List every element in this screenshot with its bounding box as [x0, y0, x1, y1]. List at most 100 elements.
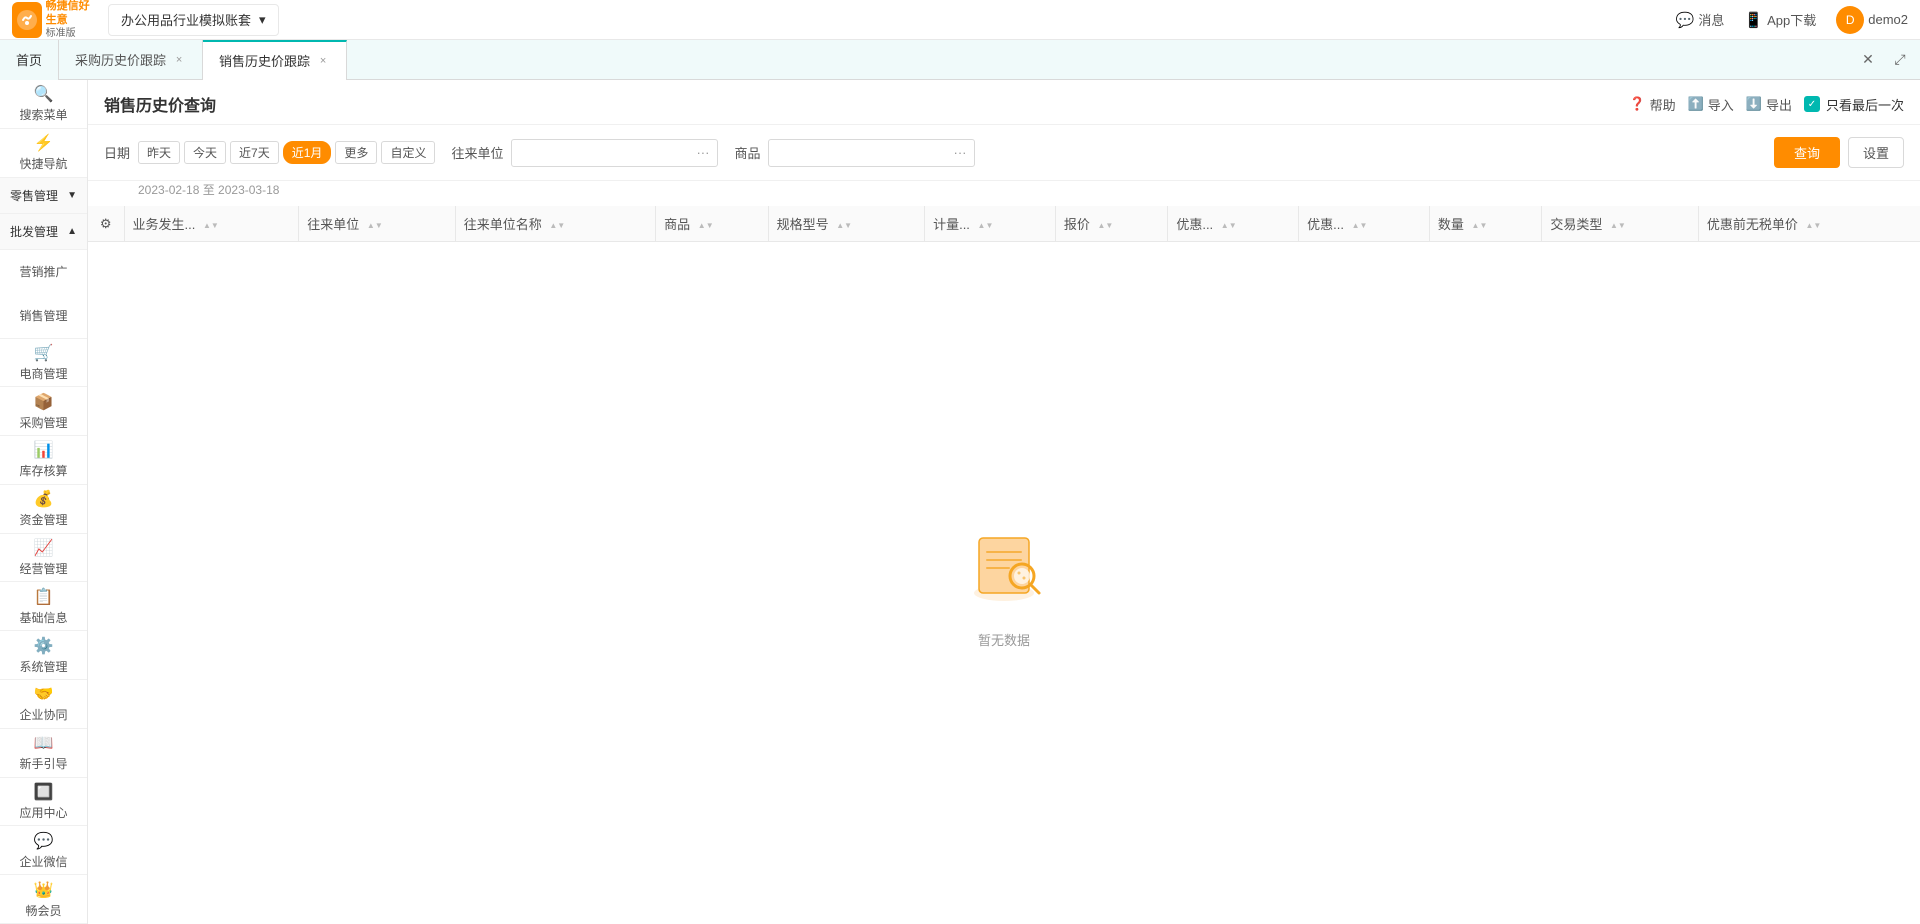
sidebar-item-enterprise[interactable]: 🤝 企业协同 [0, 680, 87, 729]
data-table: ⚙ 业务发生... ▲▼ 往来单位 ▲▼ 往来单位名称 ▲▼ [88, 206, 1920, 242]
tab-bar: 首页 采购历史价跟踪 × 销售历史价跟踪 × ✕ ⤢ [0, 40, 1920, 80]
user-profile-btn[interactable]: D demo2 [1836, 6, 1908, 34]
help-icon: ❓ [1629, 96, 1645, 112]
tab-sales-label: 销售历史价跟踪 [219, 51, 310, 70]
date-btn-yesterday[interactable]: 昨天 [138, 141, 180, 164]
tab-purchase-close[interactable]: × [172, 53, 186, 67]
th-price: 报价 ▲▼ [1055, 206, 1167, 242]
wechat-icon: 💬 [34, 831, 54, 851]
sidebar-label-marketing: 营销推广 [19, 263, 67, 280]
system-icon: ⚙️ [34, 636, 54, 656]
sort-discount2[interactable]: ▲▼ [1352, 222, 1368, 230]
sort-partner[interactable]: ▲▼ [367, 222, 383, 230]
guide-icon: 📖 [34, 733, 54, 753]
page-header: 销售历史价查询 ❓ 帮助 ⬆️ 导入 ⬇️ 导出 ✓ 只看最后一次 [88, 80, 1920, 125]
th-partner: 往来单位 ▲▼ [299, 206, 455, 242]
filter-area: 日期 昨天 今天 近7天 近1月 更多 自定义 往来单位 ··· 商品 [88, 125, 1920, 181]
dropdown-icon: ▾ [259, 12, 266, 28]
avatar: D [1836, 6, 1864, 34]
tab-bar-actions: ✕ ⤢ [1856, 48, 1920, 72]
th-discount1: 优惠... ▲▼ [1168, 206, 1299, 242]
sidebar-label-finance: 资金管理 [19, 511, 67, 528]
empty-text: 暂无数据 [978, 630, 1030, 649]
message-btn[interactable]: 💬 消息 [1676, 10, 1725, 29]
export-btn[interactable]: ⬇️ 导出 [1746, 95, 1792, 114]
sort-goods[interactable]: ▲▼ [698, 222, 714, 230]
sidebar-item-wechat[interactable]: 💬 企业微信 [0, 826, 87, 875]
sidebar-item-guide[interactable]: 📖 新手引导 [0, 729, 87, 778]
date-btn-today[interactable]: 今天 [184, 141, 226, 164]
sidebar-item-wholesale[interactable]: 批发管理 ▲ [0, 214, 87, 250]
only-last-wrap[interactable]: ✓ 只看最后一次 [1804, 95, 1904, 114]
sidebar-item-basic-info[interactable]: 📋 基础信息 [0, 582, 87, 631]
import-icon: ⬆️ [1688, 96, 1704, 112]
partner-input-wrap[interactable]: ··· [511, 139, 718, 167]
only-last-label: 只看最后一次 [1826, 95, 1904, 114]
import-btn[interactable]: ⬆️ 导入 [1688, 95, 1734, 114]
goods-input-wrap[interactable]: ··· [768, 139, 975, 167]
app-download-btn[interactable]: 📱 App下载 [1744, 10, 1816, 29]
retail-arrow: ▼ [67, 190, 77, 201]
th-qty: 数量 ▲▼ [1429, 206, 1541, 242]
th-goods: 商品 ▲▼ [656, 206, 768, 242]
date-btn-1month[interactable]: 近1月 [283, 141, 332, 164]
ecommerce-icon: 🛒 [34, 343, 54, 363]
sidebar-item-sales-mgmt[interactable]: 销售管理 [0, 294, 87, 338]
sidebar-item-apps[interactable]: 🔲 应用中心 [0, 778, 87, 827]
sidebar-item-inventory[interactable]: 📊 库存核算 [0, 436, 87, 485]
basic-info-icon: 📋 [34, 587, 54, 607]
goods-label: 商品 [734, 143, 760, 162]
sort-biz-date[interactable]: ▲▼ [203, 222, 219, 230]
sort-spec[interactable]: ▲▼ [836, 222, 852, 230]
sort-discount1[interactable]: ▲▼ [1221, 222, 1237, 230]
enterprise-icon: 🤝 [34, 684, 54, 704]
sidebar-item-management[interactable]: 📈 经营管理 [0, 534, 87, 583]
sort-pretax-price[interactable]: ▲▼ [1805, 222, 1821, 230]
th-trade-type: 交易类型 ▲▼ [1542, 206, 1698, 242]
sidebar-label-system: 系统管理 [19, 658, 67, 675]
sidebar-label-quicknav: 快捷导航 [19, 155, 67, 172]
sort-qty[interactable]: ▲▼ [1472, 222, 1488, 230]
sort-partner-name[interactable]: ▲▼ [549, 222, 565, 230]
sidebar-item-finance[interactable]: 💰 资金管理 [0, 485, 87, 534]
table-header: ⚙ 业务发生... ▲▼ 往来单位 ▲▼ 往来单位名称 ▲▼ [88, 206, 1920, 242]
setting-button[interactable]: 设置 [1848, 137, 1904, 168]
logo-area: 畅捷信好生意 标准版 [12, 0, 100, 40]
sort-trade-type[interactable]: ▲▼ [1610, 222, 1626, 230]
tab-sales-close[interactable]: × [316, 54, 330, 68]
tab-close-btn[interactable]: ✕ [1856, 48, 1880, 72]
sidebar-label-wechat: 企业微信 [19, 853, 67, 870]
tab-purchase[interactable]: 采购历史价跟踪 × [59, 40, 203, 80]
date-btn-more[interactable]: 更多 [335, 141, 377, 164]
sidebar-item-system[interactable]: ⚙️ 系统管理 [0, 631, 87, 680]
app-selector[interactable]: 办公用品行业模拟账套 ▾ [108, 4, 279, 36]
tab-maximize-btn[interactable]: ⤢ [1888, 48, 1912, 72]
sidebar-label-member: 畅会员 [25, 902, 61, 919]
partner-dots[interactable]: ··· [696, 145, 709, 160]
sidebar-item-retail[interactable]: 零售管理 ▼ [0, 178, 87, 214]
tab-sales[interactable]: 销售历史价跟踪 × [203, 40, 347, 80]
sidebar-label-management: 经营管理 [19, 560, 67, 577]
sort-price[interactable]: ▲▼ [1098, 222, 1114, 230]
th-unit: 计量... ▲▼ [925, 206, 1056, 242]
sidebar-item-purchase[interactable]: 📦 采购管理 [0, 387, 87, 436]
sidebar-item-member[interactable]: 👑 畅会员 [0, 875, 87, 924]
table-settings-icon[interactable]: ⚙ [96, 216, 116, 232]
sidebar-item-marketing[interactable]: 营销推广 [0, 250, 87, 294]
query-button[interactable]: 查询 [1774, 137, 1840, 168]
sidebar-label-enterprise: 企业协同 [19, 706, 67, 723]
help-btn[interactable]: ❓ 帮助 [1629, 95, 1675, 114]
sidebar-item-quicknav[interactable]: ⚡ 快捷导航 [0, 129, 87, 178]
date-btn-7days[interactable]: 近7天 [230, 141, 279, 164]
date-btn-custom[interactable]: 自定义 [381, 141, 435, 164]
sort-unit[interactable]: ▲▼ [978, 222, 994, 230]
goods-input[interactable] [777, 145, 953, 160]
date-filter-group: 日期 昨天 今天 近7天 近1月 更多 自定义 [104, 141, 435, 164]
goods-dots[interactable]: ··· [953, 145, 966, 160]
sidebar-item-search[interactable]: 🔍 搜索菜单 [0, 80, 87, 129]
sidebar-item-ecommerce[interactable]: 🛒 电商管理 [0, 338, 87, 387]
sidebar-label-apps: 应用中心 [19, 804, 67, 821]
tab-home[interactable]: 首页 [0, 40, 59, 80]
partner-input[interactable] [520, 145, 696, 160]
only-last-checkbox[interactable]: ✓ [1804, 96, 1820, 112]
